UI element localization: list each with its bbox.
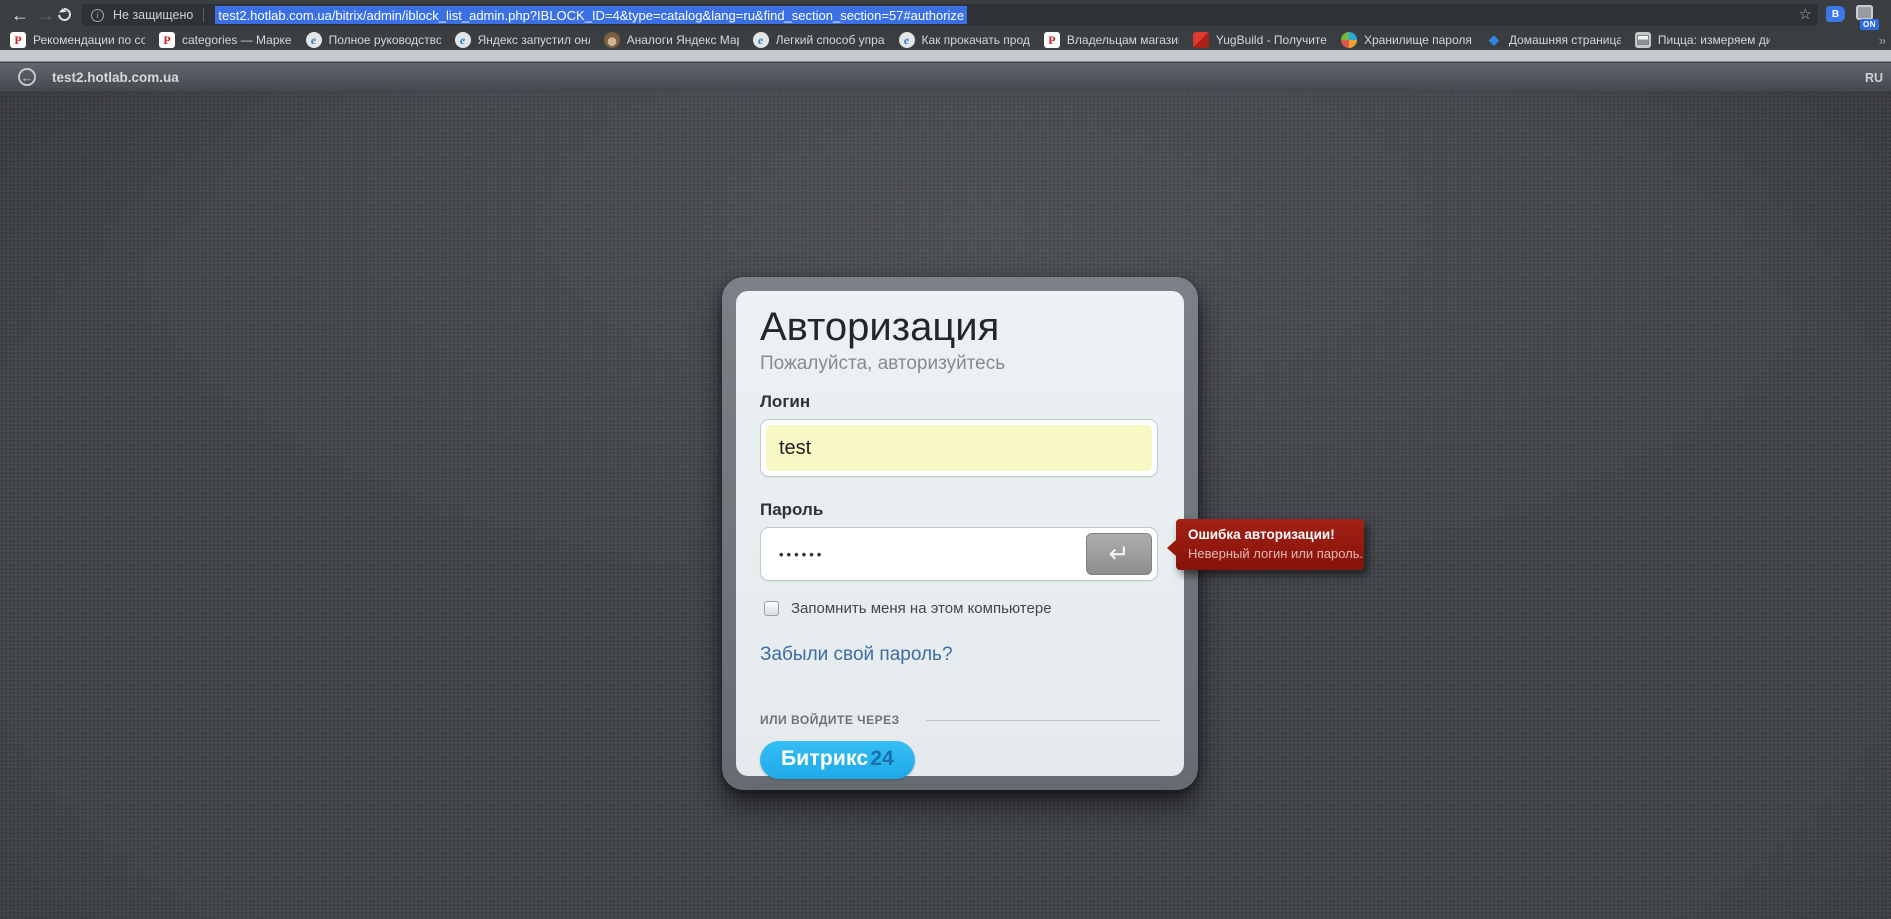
bookmark-label: Легкий способ упра (775, 33, 885, 47)
site-header: ← test2.hotlab.com.ua RU (0, 62, 1891, 91)
bookmark-label: Как прокачать прод (921, 33, 1030, 47)
site-back-button[interactable]: ← (18, 68, 36, 86)
pinterest-favicon-icon (159, 32, 175, 48)
remember-label: Запомнить меня на этом компьютере (791, 600, 1052, 617)
extension-icon-gray[interactable] (1856, 5, 1873, 20)
bookmark-label: Полное руководство (328, 33, 441, 47)
bookmark-label: Рекомендации по со (33, 33, 145, 47)
error-message: Неверный логин или пароль. (1188, 546, 1364, 561)
bookmark-item[interactable]: YugBuild - Получите (1192, 30, 1327, 50)
bookmark-item[interactable]: Домашняя страница (1486, 30, 1621, 50)
remember-row[interactable]: Запомнить меня на этом компьютере (764, 600, 1160, 617)
or-login-via-label: ИЛИ ВОЙДИТЕ ЧЕРЕЗ (760, 713, 900, 727)
page-top-strip (0, 50, 1891, 62)
blue-diamond-favicon-icon (1486, 32, 1502, 48)
globe-favicon-icon (898, 32, 915, 48)
forgot-password-link[interactable]: Забыли свой пароль? (760, 644, 953, 666)
bookmark-star-icon[interactable]: ☆ (1799, 5, 1812, 23)
login-label: Логин (760, 392, 811, 411)
password-field-shell: ↵ (760, 527, 1158, 581)
screen: ← → i Не защищено test2.hotlab.com.ua/bi… (0, 0, 1891, 919)
dog-favicon-icon (603, 32, 620, 48)
globe-favicon-icon (454, 32, 471, 48)
remember-checkbox[interactable] (764, 601, 779, 616)
back-icon[interactable]: ← (8, 2, 32, 28)
browser-toolbar: ← → i Не защищено test2.hotlab.com.ua/bi… (0, 0, 1891, 30)
bookmark-label: Яндекс запустил онл (477, 33, 590, 47)
bookmark-item[interactable]: Как прокачать прод (898, 30, 1030, 50)
forward-icon[interactable]: → (34, 2, 58, 28)
pinterest-favicon-icon (10, 32, 26, 48)
tooltip-arrow (1167, 540, 1176, 556)
bookmark-label: Аналоги Яндекс Мар (626, 33, 739, 47)
bookmark-item[interactable]: Пицца: измеряем ди (1634, 30, 1770, 50)
bookmark-item[interactable]: Аналоги Яндекс Мар (603, 30, 739, 50)
bookmarks-bar: Рекомендации по со categories — Марке Полн… (0, 30, 1891, 50)
bookmarks-overflow-chevron[interactable]: » (1879, 30, 1886, 50)
bookmark-item[interactable]: categories — Марке (159, 30, 292, 50)
bookmark-label: Пицца: измеряем ди (1657, 33, 1770, 47)
bookmark-label: categories — Марке (182, 33, 292, 47)
extension-icon-blue[interactable]: B (1826, 6, 1845, 22)
auth-error-tooltip: Ошибка авторизации! Неверный логин или п… (1167, 519, 1364, 570)
language-switcher[interactable]: RU (1865, 71, 1883, 85)
globe-favicon-icon (305, 32, 322, 48)
site-domain: test2.hotlab.com.ua (52, 70, 179, 85)
url-text[interactable]: test2.hotlab.com.ua/bitrix/admin/iblock_… (215, 6, 968, 24)
enter-icon: ↵ (1108, 539, 1130, 568)
bookmarks-list: Рекомендации по со categories — Марке Полн… (10, 30, 1784, 50)
bookmark-label: Хранилище пароля (1363, 33, 1472, 47)
bookmark-label: YugBuild - Получите (1215, 33, 1327, 47)
page-body: Авторизация Пожалуйста, авторизуйтесь Ло… (0, 91, 1891, 919)
submit-enter-button[interactable]: ↵ (1086, 533, 1152, 575)
pinwheel-favicon-icon (1340, 32, 1357, 48)
info-icon[interactable]: i (91, 8, 104, 22)
bookmark-item[interactable]: Владельцам магазин (1043, 30, 1179, 50)
security-label: Не защищено (113, 8, 194, 22)
bookmark-label: Владельцам магазин (1066, 33, 1179, 47)
omnibox-separator (203, 8, 205, 22)
extension-on-badge: ON (1860, 19, 1879, 30)
bookmark-item[interactable]: Хранилище пароля (1340, 30, 1472, 50)
bookmark-item[interactable]: Рекомендации по со (10, 30, 145, 50)
bookmark-item[interactable]: Яндекс запустил онл (454, 30, 590, 50)
auth-subtitle: Пожалуйста, авторизуйтесь (760, 353, 1006, 374)
bitrix-24-text: 24 (870, 747, 894, 770)
login-input[interactable] (766, 425, 1152, 471)
bitrix24-login-button[interactable]: Битрикс 24 (760, 741, 915, 779)
red-square-favicon-icon (1192, 32, 1209, 48)
password-label: Пароль (760, 500, 824, 519)
social-login-row: ИЛИ ВОЙДИТЕ ЧЕРЕЗ (760, 713, 1160, 727)
globe-favicon-icon (752, 32, 769, 48)
bookmark-item[interactable]: Легкий способ упра (752, 30, 885, 50)
bitrix-brand-text: Битрикс (781, 747, 869, 770)
auth-card-inner: Авторизация Пожалуйста, авторизуйтесь Ло… (736, 291, 1184, 779)
error-title: Ошибка авторизации! (1188, 527, 1335, 542)
login-field-shell (760, 419, 1158, 477)
photo-favicon-icon (1634, 32, 1651, 48)
divider-line (925, 719, 1160, 721)
refresh-icon[interactable] (55, 5, 74, 24)
auth-card: Авторизация Пожалуйста, авторизуйтесь Ло… (722, 277, 1198, 790)
auth-title: Авторизация (760, 305, 1000, 349)
bookmark-item[interactable]: Полное руководство (305, 30, 441, 50)
address-bar[interactable]: i Не защищено test2.hotlab.com.ua/bitrix… (82, 4, 1818, 26)
pinterest-favicon-icon (1043, 32, 1060, 48)
bookmark-label: Домашняя страница (1508, 33, 1621, 47)
